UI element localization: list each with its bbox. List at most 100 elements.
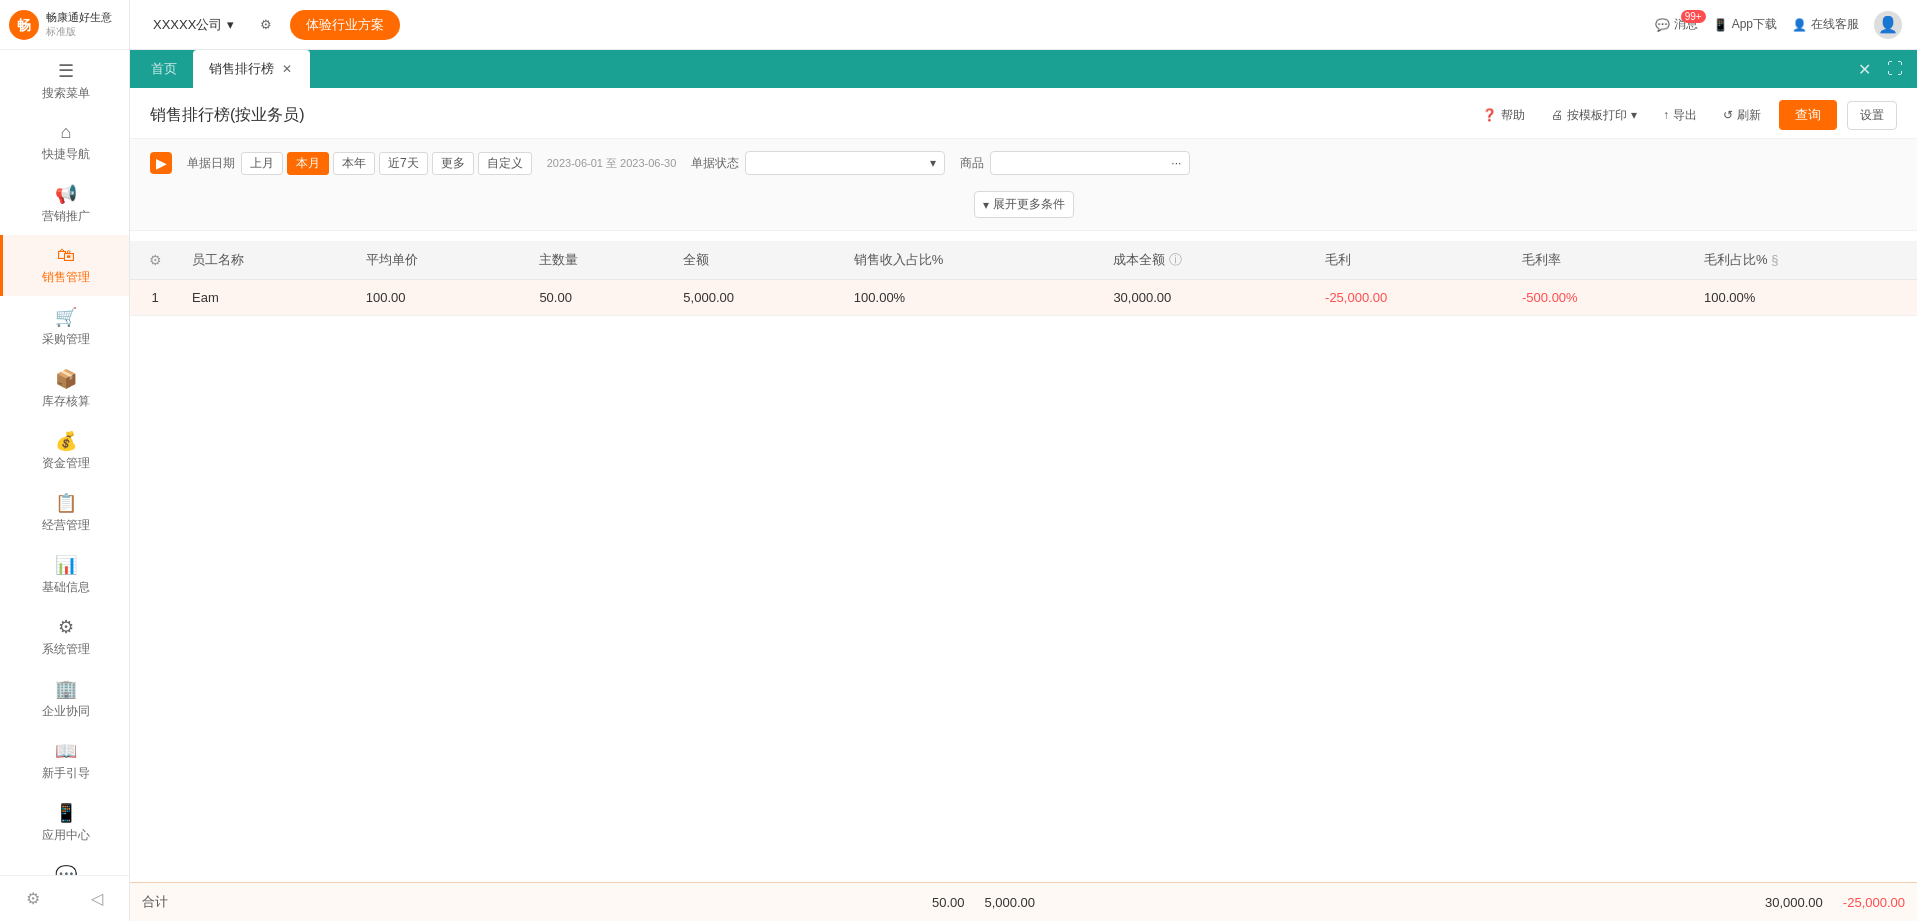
status-select[interactable]: ▾ [745, 151, 945, 175]
settings-button[interactable]: 设置 [1847, 101, 1897, 130]
message-badge: 99+ [1681, 10, 1706, 23]
sidebar-item-sales[interactable]: 🛍 销售管理 [0, 235, 129, 296]
nav-icon-app-center: 📱 [55, 802, 77, 824]
sidebar-item-search[interactable]: ☰ 搜索菜单 [0, 50, 129, 112]
col-avg-price: 平均单价 [354, 241, 528, 280]
sidebar-item-enterprise[interactable]: 🏢 企业协同 [0, 668, 129, 730]
tabbar-right: ✕ ⛶ [1854, 56, 1912, 83]
export-icon: ↑ [1663, 108, 1669, 122]
nav-label-quick-nav: 快捷导航 [42, 146, 90, 163]
cell-rank: 1 [130, 280, 180, 316]
date-range-display: 2023-06-01 至 2023-06-30 [547, 156, 677, 171]
trial-button[interactable]: 体验行业方案 [290, 10, 400, 40]
table-row: 1 Eam 100.00 50.00 5,000.00 100.00% 30,0… [130, 280, 1917, 316]
sidebar-item-operations[interactable]: 📋 经营管理 [0, 482, 129, 544]
tab-sales-rank[interactable]: 销售排行榜 ✕ [193, 50, 310, 88]
settings-bottom-icon[interactable]: ⚙ [21, 884, 45, 913]
export-label: 导出 [1673, 107, 1697, 124]
sidebar-item-quick-nav[interactable]: ⌂ 快捷导航 [0, 112, 129, 173]
nav-label-guide: 新手引导 [42, 765, 90, 782]
page-title: 销售排行榜(按业务员) [150, 105, 305, 126]
print-label: 按模板打印 [1567, 107, 1627, 124]
tab-home-label: 首页 [151, 60, 177, 78]
expand-more-button[interactable]: ▾ 展开更多条件 [974, 191, 1074, 218]
date-btn-last-month[interactable]: 上月 [241, 152, 283, 175]
col-amount: 全额 [671, 241, 842, 280]
nav-icon-base-info: 📊 [55, 554, 77, 576]
tabbar-maximize-icon[interactable]: ⛶ [1883, 56, 1907, 82]
col-cost: 成本全额 ⓘ [1101, 241, 1313, 280]
nav-icon-guide: 📖 [55, 740, 77, 762]
col-settings-icon[interactable]: ⚙ [149, 252, 162, 268]
topbar: XXXXX公司 ▾ ⚙ 体验行业方案 💬 消息 99+ 📱 App下载 👤 在线… [130, 0, 1917, 50]
expand-more-label: 展开更多条件 [993, 196, 1065, 213]
nav-icon-enterprise: 🏢 [55, 678, 77, 700]
cell-sales-pct: 100.00% [842, 280, 1102, 316]
svg-text:畅: 畅 [17, 17, 31, 33]
print-icon: 🖨 [1551, 108, 1563, 122]
goods-input[interactable]: ··· [990, 151, 1190, 175]
tab-close-icon[interactable]: ✕ [280, 62, 294, 76]
app-download-icon: 📱 [1713, 18, 1728, 32]
company-selector[interactable]: XXXXX公司 ▾ [145, 12, 242, 38]
sidebar-item-base-info[interactable]: 📊 基础信息 [0, 544, 129, 606]
nav-icon-system: ⚙ [58, 616, 74, 638]
sidebar-nav: ☰ 搜索菜单 ⌂ 快捷导航 📢 营销推广 🛍 销售管理 🛒 采购管理 📦 库存核… [0, 50, 129, 875]
sidebar-item-app-center[interactable]: 📱 应用中心 [0, 792, 129, 854]
date-btn-this-month[interactable]: 本月 [287, 152, 329, 175]
nav-label-inventory: 库存核算 [42, 393, 90, 410]
nav-icon-operations: 📋 [55, 492, 77, 514]
sidebar-item-purchase[interactable]: 🛒 采购管理 [0, 296, 129, 358]
sidebar-item-marketing[interactable]: 📢 营销推广 [0, 173, 129, 235]
export-button[interactable]: ↑ 导出 [1655, 103, 1705, 128]
footer-qty: 50.00 [932, 895, 965, 910]
col-gross: 毛利 [1313, 241, 1510, 280]
footer-gross: -25,000.00 [1843, 895, 1905, 910]
footer-cost: 30,000.00 [1765, 895, 1823, 910]
tabbar-close-icon[interactable]: ✕ [1854, 56, 1875, 83]
sidebar-item-guide[interactable]: 📖 新手引导 [0, 730, 129, 792]
gross-pct-info-icon[interactable]: § [1771, 252, 1778, 267]
nav-icon-wechat: 💬 [55, 864, 77, 875]
sidebar-item-wechat[interactable]: 💬 企业微信 [0, 854, 129, 875]
logo-area: 畅 畅康通好生意 标准版 [0, 0, 129, 50]
col-gross-rate: 毛利率 [1510, 241, 1692, 280]
query-button[interactable]: 查询 [1779, 100, 1837, 130]
collapse-icon[interactable]: ◁ [86, 884, 108, 913]
sidebar-item-inventory[interactable]: 📦 库存核算 [0, 358, 129, 420]
sidebar-item-finance[interactable]: 💰 资金管理 [0, 420, 129, 482]
date-btn-this-year[interactable]: 本年 [333, 152, 375, 175]
sidebar-item-system[interactable]: ⚙ 系统管理 [0, 606, 129, 668]
cell-name: Eam [180, 280, 354, 316]
table-container: ⚙ 员工名称 平均单价 主数量 全额 销售收入占比% 成本全额 ⓘ 毛利 毛利率 [130, 231, 1917, 882]
date-btn-more[interactable]: 更多 [432, 152, 474, 175]
filter-expand-button[interactable]: ▶ [150, 152, 172, 174]
nav-icon-finance: 💰 [55, 430, 77, 452]
nav-label-base-info: 基础信息 [42, 579, 90, 596]
date-btn-7days[interactable]: 近7天 [379, 152, 428, 175]
avatar[interactable]: 👤 [1874, 11, 1902, 39]
filter-status-item: 单据状态 ▾ [691, 151, 945, 175]
cell-avg-price: 100.00 [354, 280, 528, 316]
status-select-arrow: ▾ [930, 156, 936, 170]
message-button[interactable]: 💬 消息 99+ [1655, 16, 1698, 33]
sidebar: 畅 畅康通好生意 标准版 ☰ 搜索菜单 ⌂ 快捷导航 📢 营销推广 🛍 销售管理… [0, 0, 130, 921]
tab-home[interactable]: 首页 [135, 50, 193, 88]
logo-name: 畅康通好生意 [46, 10, 112, 24]
footer-label: 合计 [142, 893, 202, 911]
refresh-button[interactable]: ↺ 刷新 [1715, 103, 1769, 128]
print-button[interactable]: 🖨 按模板打印 ▾ [1543, 103, 1645, 128]
online-service-label: 在线客服 [1811, 16, 1859, 33]
nav-label-marketing: 营销推广 [42, 208, 90, 225]
col-rank: ⚙ [130, 241, 180, 280]
topbar-settings-icon[interactable]: ⚙ [252, 11, 280, 39]
date-btn-custom[interactable]: 自定义 [478, 152, 532, 175]
nav-label-system: 系统管理 [42, 641, 90, 658]
cost-info-icon[interactable]: ⓘ [1169, 252, 1182, 267]
help-button[interactable]: ❓ 帮助 [1474, 103, 1533, 128]
app-download-button[interactable]: 📱 App下载 [1713, 16, 1777, 33]
filter-date-label: 单据日期 [187, 155, 235, 172]
online-service-button[interactable]: 👤 在线客服 [1792, 16, 1859, 33]
logo-subtitle: 标准版 [46, 25, 112, 39]
message-icon: 💬 [1655, 18, 1670, 32]
